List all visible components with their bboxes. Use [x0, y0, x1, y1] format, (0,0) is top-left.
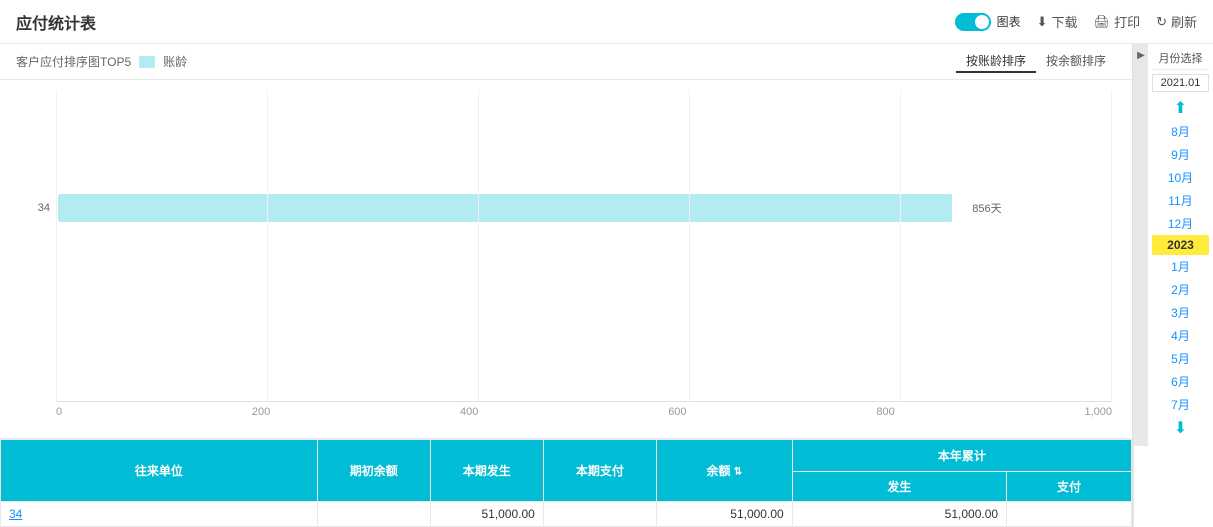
- month-item-mar[interactable]: 3月: [1152, 301, 1209, 324]
- chart-header: 客户应付排序图TOP5 账龄 按账龄排序 按余额排序: [0, 44, 1132, 80]
- x-axis-200: 200: [252, 406, 270, 418]
- bar-label: 34: [20, 202, 50, 214]
- sidebar-panel: ▶ 月份选择 ⬆ 8月 9月 10月 11月 12月 2023: [1133, 44, 1213, 527]
- x-axis-0: 0: [56, 406, 62, 418]
- x-axis: 0 200 400 600 800 1,000: [56, 406, 1112, 418]
- legend-box: [139, 56, 155, 68]
- cell-ytd-pay: [1007, 502, 1132, 527]
- cell-unit: 34: [1, 502, 318, 527]
- chart-container: 34 856天 0 200 400 600 800 1,00: [0, 80, 1132, 438]
- month-item-jun[interactable]: 6月: [1152, 370, 1209, 393]
- month-list: 8月 9月 10月 11月 12月 2023 1月 2月 3月 4月 5月 6月: [1152, 120, 1209, 416]
- data-table-section: 往来单位 期初余额 本期发生 本期支付 余额 ⇅ 本年累计 发生: [0, 438, 1132, 527]
- col-header-unit: 往来单位: [1, 440, 318, 502]
- legend-title: 客户应付排序图TOP5: [16, 53, 131, 70]
- refresh-button[interactable]: ↻ 刷新: [1156, 12, 1197, 31]
- bar-chart: 34 856天: [20, 90, 1112, 350]
- sort-tab-by-age[interactable]: 按账龄排序: [956, 50, 1036, 73]
- table-row: 34 51,000.00 51,000.00 51,000.00: [1, 502, 1132, 527]
- download-button[interactable]: ⬇ 下载: [1037, 12, 1078, 31]
- bar-fill: 856天: [58, 194, 952, 222]
- print-icon: 🖨: [1094, 14, 1111, 30]
- month-item-jul[interactable]: 7月: [1152, 393, 1209, 416]
- month-item-jan[interactable]: 1月: [1152, 255, 1209, 278]
- sidebar-right: ▶ 月份选择 ⬆ 8月 9月 10月 11月 12月 2023: [1132, 44, 1213, 527]
- col-header-ytd: 本年累计: [792, 440, 1131, 472]
- chart-toggle-wrap[interactable]: 图表: [955, 13, 1021, 31]
- refresh-label: 刷新: [1171, 12, 1197, 31]
- balance-sort-icon[interactable]: ⇅: [734, 466, 742, 477]
- legend-label: 账龄: [163, 53, 187, 70]
- month-item-may[interactable]: 5月: [1152, 347, 1209, 370]
- bar-end-label: 856天: [972, 200, 1001, 216]
- cell-balance: 51,000.00: [656, 502, 792, 527]
- page-title: 应付统计表: [16, 10, 96, 34]
- cell-current-pay: [543, 502, 656, 527]
- x-axis-400: 400: [460, 406, 478, 418]
- month-item-aug[interactable]: 8月: [1152, 120, 1209, 143]
- month-item-dec[interactable]: 12月: [1152, 212, 1209, 235]
- col-header-current-occ: 本期发生: [430, 440, 543, 502]
- col-header-ytd-occ: 发生: [792, 472, 1006, 502]
- x-axis-1000: 1,000: [1084, 406, 1112, 418]
- x-axis-line: [56, 401, 1112, 402]
- sidebar-collapse-button[interactable]: ▶: [1134, 44, 1148, 446]
- year-input[interactable]: [1152, 74, 1209, 92]
- month-item-feb[interactable]: 2月: [1152, 278, 1209, 301]
- sidebar-title: 月份选择: [1152, 50, 1209, 70]
- sidebar-content: 月份选择 ⬆ 8月 9月 10月 11月 12月 2023 1月 2月: [1148, 44, 1213, 446]
- download-label: 下载: [1052, 12, 1078, 31]
- header-actions: 图表 ⬇ 下载 🖨 打印 ↻ 刷新: [955, 12, 1197, 31]
- chart-legend: 客户应付排序图TOP5 账龄: [16, 53, 187, 70]
- print-button[interactable]: 🖨 打印: [1094, 12, 1141, 31]
- col-header-current-pay: 本期支付: [543, 440, 656, 502]
- collapse-icon: ▶: [1137, 50, 1145, 61]
- month-item-nov[interactable]: 11月: [1152, 189, 1209, 212]
- x-axis-800: 800: [876, 406, 894, 418]
- month-nav-down[interactable]: ⬇: [1152, 416, 1209, 440]
- refresh-icon: ↻: [1156, 14, 1167, 30]
- cell-current-occ: 51,000.00: [430, 502, 543, 527]
- sort-tab-by-balance[interactable]: 按余额排序: [1036, 50, 1116, 73]
- bar-row: 34 856天: [20, 194, 1102, 222]
- col-header-balance: 余额 ⇅: [656, 440, 792, 502]
- month-item-oct[interactable]: 10月: [1152, 166, 1209, 189]
- col-header-opening: 期初余额: [317, 440, 430, 502]
- chart-toggle-switch[interactable]: [955, 13, 991, 31]
- month-nav-up[interactable]: ⬆: [1152, 96, 1209, 120]
- col-header-ytd-pay: 支付: [1007, 472, 1132, 502]
- download-icon: ⬇: [1037, 14, 1048, 30]
- print-label: 打印: [1114, 12, 1140, 31]
- sort-tabs: 按账龄排序 按余额排序: [956, 50, 1116, 73]
- unit-link[interactable]: 34: [9, 507, 22, 521]
- month-item-sep[interactable]: 9月: [1152, 143, 1209, 166]
- month-item-apr[interactable]: 4月: [1152, 324, 1209, 347]
- cell-ytd-occ: 51,000.00: [792, 502, 1006, 527]
- month-item-2023[interactable]: 2023: [1152, 235, 1209, 255]
- cell-opening: [317, 502, 430, 527]
- x-axis-600: 600: [668, 406, 686, 418]
- data-table: 往来单位 期初余额 本期发生 本期支付 余额 ⇅ 本年累计 发生: [0, 439, 1132, 527]
- bar-track: 856天: [58, 194, 1102, 222]
- chart-toggle-label: 图表: [997, 13, 1021, 30]
